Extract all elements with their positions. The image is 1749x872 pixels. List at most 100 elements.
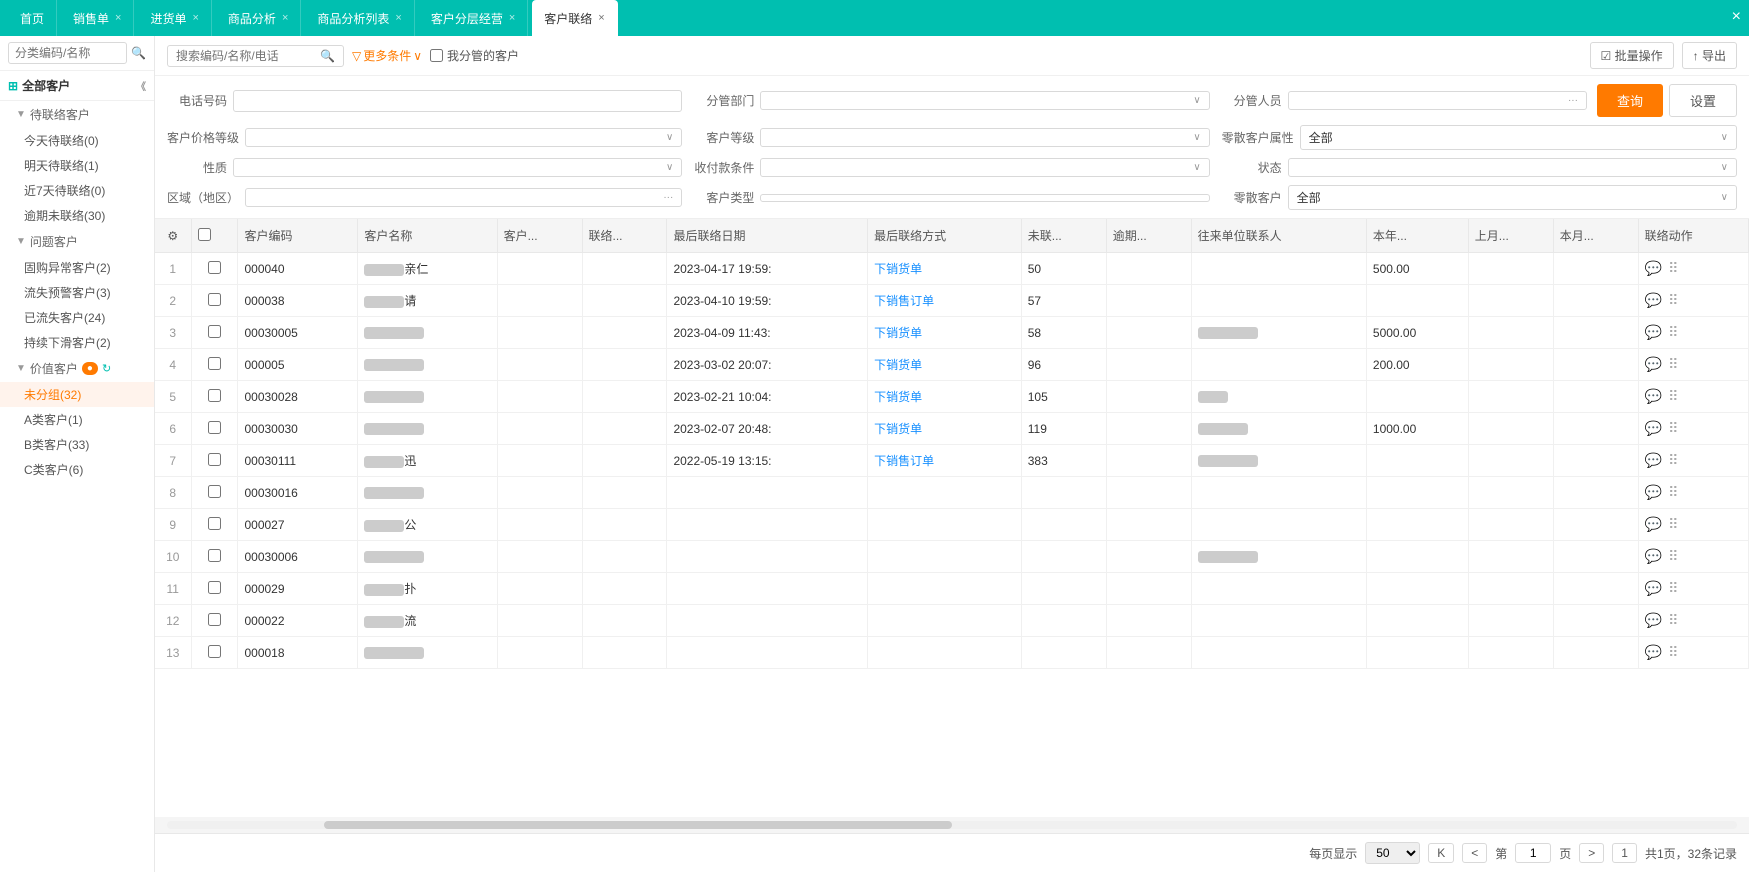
row-select-checkbox[interactable]	[208, 581, 221, 594]
nav-product-list-close[interactable]: ×	[395, 12, 401, 24]
sidebar-item-today[interactable]: 今天待联络(0)	[0, 128, 154, 153]
type-select[interactable]	[760, 194, 1209, 202]
method-link[interactable]: 下销售订单	[874, 294, 934, 308]
row-checkbox[interactable]	[191, 509, 238, 541]
method-link[interactable]: 下销货单	[874, 262, 922, 276]
message-icon[interactable]: 💬	[1645, 324, 1662, 341]
nav-sales[interactable]: 销售单 ×	[61, 0, 134, 36]
close-all-button[interactable]: ×	[1732, 8, 1741, 26]
row-checkbox[interactable]	[191, 381, 238, 413]
row-checkbox[interactable]	[191, 477, 238, 509]
nav-purchase[interactable]: 进货单 ×	[138, 0, 211, 36]
person-select[interactable]: ···	[1288, 91, 1587, 110]
more-conditions-btn[interactable]: ▽ 更多条件 ∨	[352, 47, 422, 64]
message-icon[interactable]: 💬	[1645, 548, 1662, 565]
row-checkbox[interactable]	[191, 637, 238, 669]
message-icon[interactable]: 💬	[1645, 388, 1662, 405]
sidebar-item-c-class[interactable]: C类客户(6)	[0, 457, 154, 482]
message-icon[interactable]: 💬	[1645, 292, 1662, 309]
more-actions-icon[interactable]: ⠿	[1668, 420, 1678, 437]
sidebar-item-churn-warn[interactable]: 流失预警客户(3)	[0, 280, 154, 305]
checkbox-column[interactable]	[191, 219, 238, 253]
region-select[interactable]: ···	[245, 188, 682, 207]
sidebar-search-input[interactable]	[8, 42, 127, 64]
more-actions-icon[interactable]: ⠿	[1668, 612, 1678, 629]
row-checkbox[interactable]	[191, 605, 238, 637]
sidebar-item-b-class[interactable]: B类客户(33)	[0, 432, 154, 457]
row-checkbox[interactable]	[191, 445, 238, 477]
first-page-btn[interactable]: K	[1428, 843, 1454, 863]
message-icon[interactable]: 💬	[1645, 580, 1662, 597]
more-actions-icon[interactable]: ⠿	[1668, 324, 1678, 341]
message-icon[interactable]: 💬	[1645, 420, 1662, 437]
row-checkbox[interactable]	[191, 413, 238, 445]
sidebar-item-churned[interactable]: 已流失客户(24)	[0, 305, 154, 330]
nav-customer-tier[interactable]: 客户分层经营 ×	[419, 0, 528, 36]
nav-purchase-close[interactable]: ×	[192, 12, 198, 24]
nature-select[interactable]: ∨	[233, 158, 682, 177]
row-checkbox[interactable]	[191, 349, 238, 381]
nav-home[interactable]: 首页	[8, 0, 57, 36]
message-icon[interactable]: 💬	[1645, 260, 1662, 277]
problem-customers-group[interactable]: ▼ 问题客户	[0, 228, 154, 255]
row-select-checkbox[interactable]	[208, 613, 221, 626]
retail-select[interactable]: 全部 ∨	[1300, 125, 1737, 150]
sidebar-search-icon[interactable]: 🔍	[131, 46, 146, 60]
more-actions-icon[interactable]: ⠿	[1668, 260, 1678, 277]
last-page-btn[interactable]: 1	[1612, 843, 1637, 863]
more-actions-icon[interactable]: ⠿	[1668, 356, 1678, 373]
sidebar-item-week[interactable]: 近7天待联络(0)	[0, 178, 154, 203]
price-select[interactable]: ∨	[245, 128, 682, 147]
message-icon[interactable]: 💬	[1645, 356, 1662, 373]
sidebar-item-abnormal[interactable]: 固购异常客户(2)	[0, 255, 154, 280]
message-icon[interactable]: 💬	[1645, 516, 1662, 533]
row-select-checkbox[interactable]	[208, 645, 221, 658]
nav-product-analysis[interactable]: 商品分析 ×	[216, 0, 301, 36]
message-icon[interactable]: 💬	[1645, 484, 1662, 501]
nav-product-list[interactable]: 商品分析列表 ×	[305, 0, 414, 36]
sidebar-item-a-class[interactable]: A类客户(1)	[0, 407, 154, 432]
message-icon[interactable]: 💬	[1645, 452, 1662, 469]
horizontal-scrollbar[interactable]	[167, 821, 1737, 829]
nav-customer-contact[interactable]: 客户联络 ×	[532, 0, 617, 36]
row-select-checkbox[interactable]	[208, 325, 221, 338]
status-select[interactable]: ∨	[1288, 158, 1737, 177]
pay-select[interactable]: ∨	[760, 158, 1209, 177]
batch-ops-button[interactable]: ☑ 批量操作	[1590, 42, 1674, 69]
page-number-input[interactable]	[1515, 843, 1551, 863]
more-actions-icon[interactable]: ⠿	[1668, 452, 1678, 469]
value-customers-group[interactable]: ▼ 价值客户 ● ↻	[0, 355, 154, 382]
dept-select[interactable]: ∨	[760, 91, 1209, 110]
method-link[interactable]: 下销货单	[874, 422, 922, 436]
more-actions-icon[interactable]: ⠿	[1668, 388, 1678, 405]
more-actions-icon[interactable]: ⠿	[1668, 644, 1678, 661]
row-select-checkbox[interactable]	[208, 453, 221, 466]
row-select-checkbox[interactable]	[208, 357, 221, 370]
row-select-checkbox[interactable]	[208, 517, 221, 530]
search-input[interactable]	[176, 49, 316, 63]
next-page-btn[interactable]: >	[1579, 843, 1604, 863]
row-select-checkbox[interactable]	[208, 389, 221, 402]
export-button[interactable]: ↑ 导出	[1682, 42, 1737, 69]
collapse-icon[interactable]: 《	[136, 78, 146, 93]
row-checkbox[interactable]	[191, 541, 238, 573]
query-button[interactable]: 查询	[1597, 84, 1663, 117]
retail2-select[interactable]: 全部 ∨	[1288, 185, 1737, 210]
page-size-select[interactable]: 50 20 100	[1365, 842, 1420, 864]
row-checkbox[interactable]	[191, 573, 238, 605]
all-customers-header[interactable]: ⊞ 全部客户 《	[0, 71, 154, 101]
row-select-checkbox[interactable]	[208, 261, 221, 274]
row-checkbox[interactable]	[191, 285, 238, 317]
select-all-checkbox[interactable]	[198, 228, 211, 241]
more-actions-icon[interactable]: ⠿	[1668, 484, 1678, 501]
row-checkbox[interactable]	[191, 253, 238, 285]
waiting-contact-group[interactable]: ▼ 待联络客户	[0, 101, 154, 128]
nav-product-close[interactable]: ×	[282, 12, 288, 24]
method-link[interactable]: 下销货单	[874, 358, 922, 372]
row-select-checkbox[interactable]	[208, 485, 221, 498]
phone-input[interactable]	[233, 90, 682, 112]
sidebar-item-tomorrow[interactable]: 明天待联络(1)	[0, 153, 154, 178]
level-select[interactable]: ∨	[760, 128, 1209, 147]
sidebar-item-overdue[interactable]: 逾期未联络(30)	[0, 203, 154, 228]
refresh-icon[interactable]: ↻	[102, 362, 111, 375]
